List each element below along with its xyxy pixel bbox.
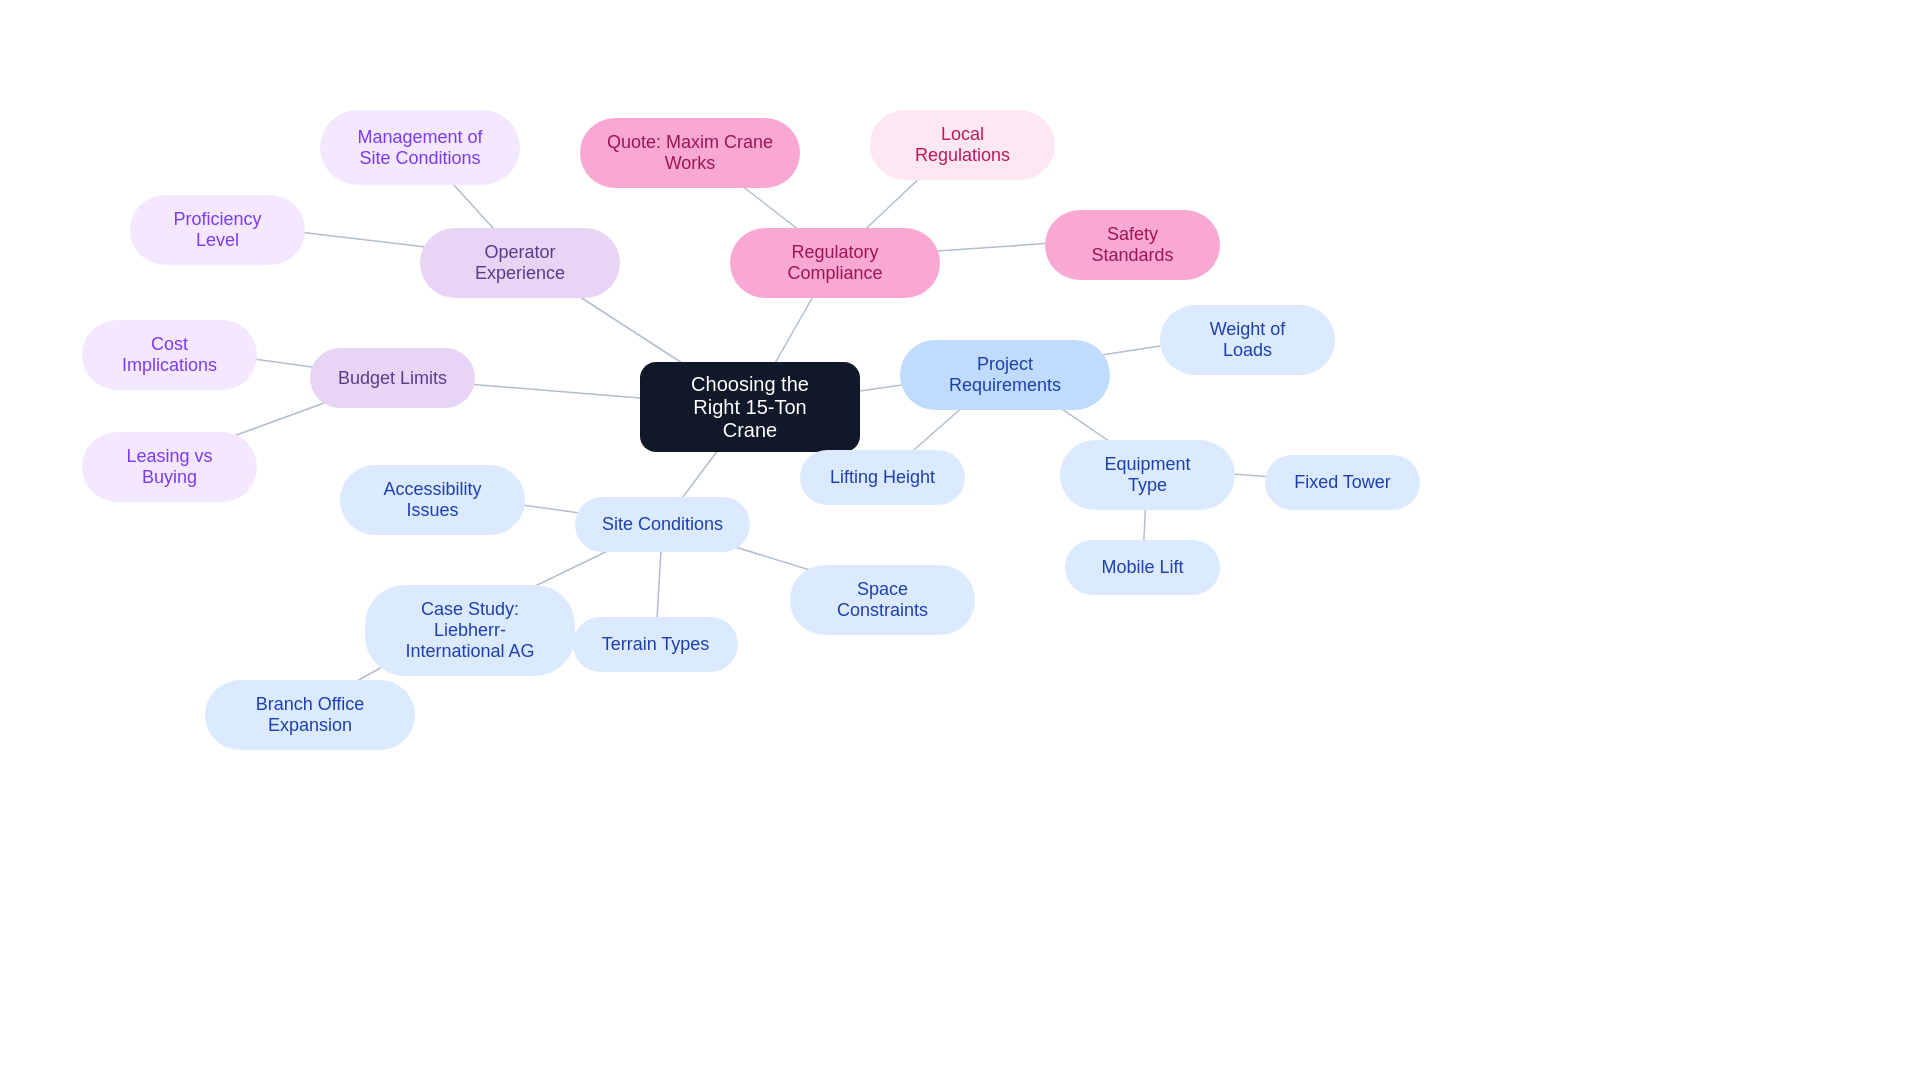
lifting-height-node[interactable]: Lifting Height (800, 450, 965, 505)
branch-office-node[interactable]: Branch Office Expansion (205, 680, 415, 750)
regulatory-compliance-node[interactable]: Regulatory Compliance (730, 228, 940, 298)
space-constraints-node[interactable]: Space Constraints (790, 565, 975, 635)
management-site-conditions-node[interactable]: Management of Site Conditions (320, 110, 520, 185)
proficiency-level-node[interactable]: Proficiency Level (130, 195, 305, 265)
fixed-tower-node[interactable]: Fixed Tower (1265, 455, 1420, 510)
safety-standards-node[interactable]: Safety Standards (1045, 210, 1220, 280)
site-conditions-node[interactable]: Site Conditions (575, 497, 750, 552)
equipment-type-node[interactable]: Equipment Type (1060, 440, 1235, 510)
terrain-types-node[interactable]: Terrain Types (573, 617, 738, 672)
leasing-vs-buying-node[interactable]: Leasing vs Buying (82, 432, 257, 502)
operator-experience-node[interactable]: Operator Experience (420, 228, 620, 298)
accessibility-issues-node[interactable]: Accessibility Issues (340, 465, 525, 535)
case-study-node[interactable]: Case Study: Liebherr-International AG (365, 585, 575, 676)
center-node[interactable]: Choosing the Right 15-Ton Crane (640, 362, 860, 452)
local-regulations-node[interactable]: Local Regulations (870, 110, 1055, 180)
quote-maxim-node[interactable]: Quote: Maxim Crane Works (580, 118, 800, 188)
cost-implications-node[interactable]: Cost Implications (82, 320, 257, 390)
weight-of-loads-node[interactable]: Weight of Loads (1160, 305, 1335, 375)
budget-limits-node[interactable]: Budget Limits (310, 348, 475, 408)
mindmap-container: Choosing the Right 15-Ton Crane Operator … (0, 0, 1920, 1083)
mobile-lift-node[interactable]: Mobile Lift (1065, 540, 1220, 595)
project-requirements-node[interactable]: Project Requirements (900, 340, 1110, 410)
